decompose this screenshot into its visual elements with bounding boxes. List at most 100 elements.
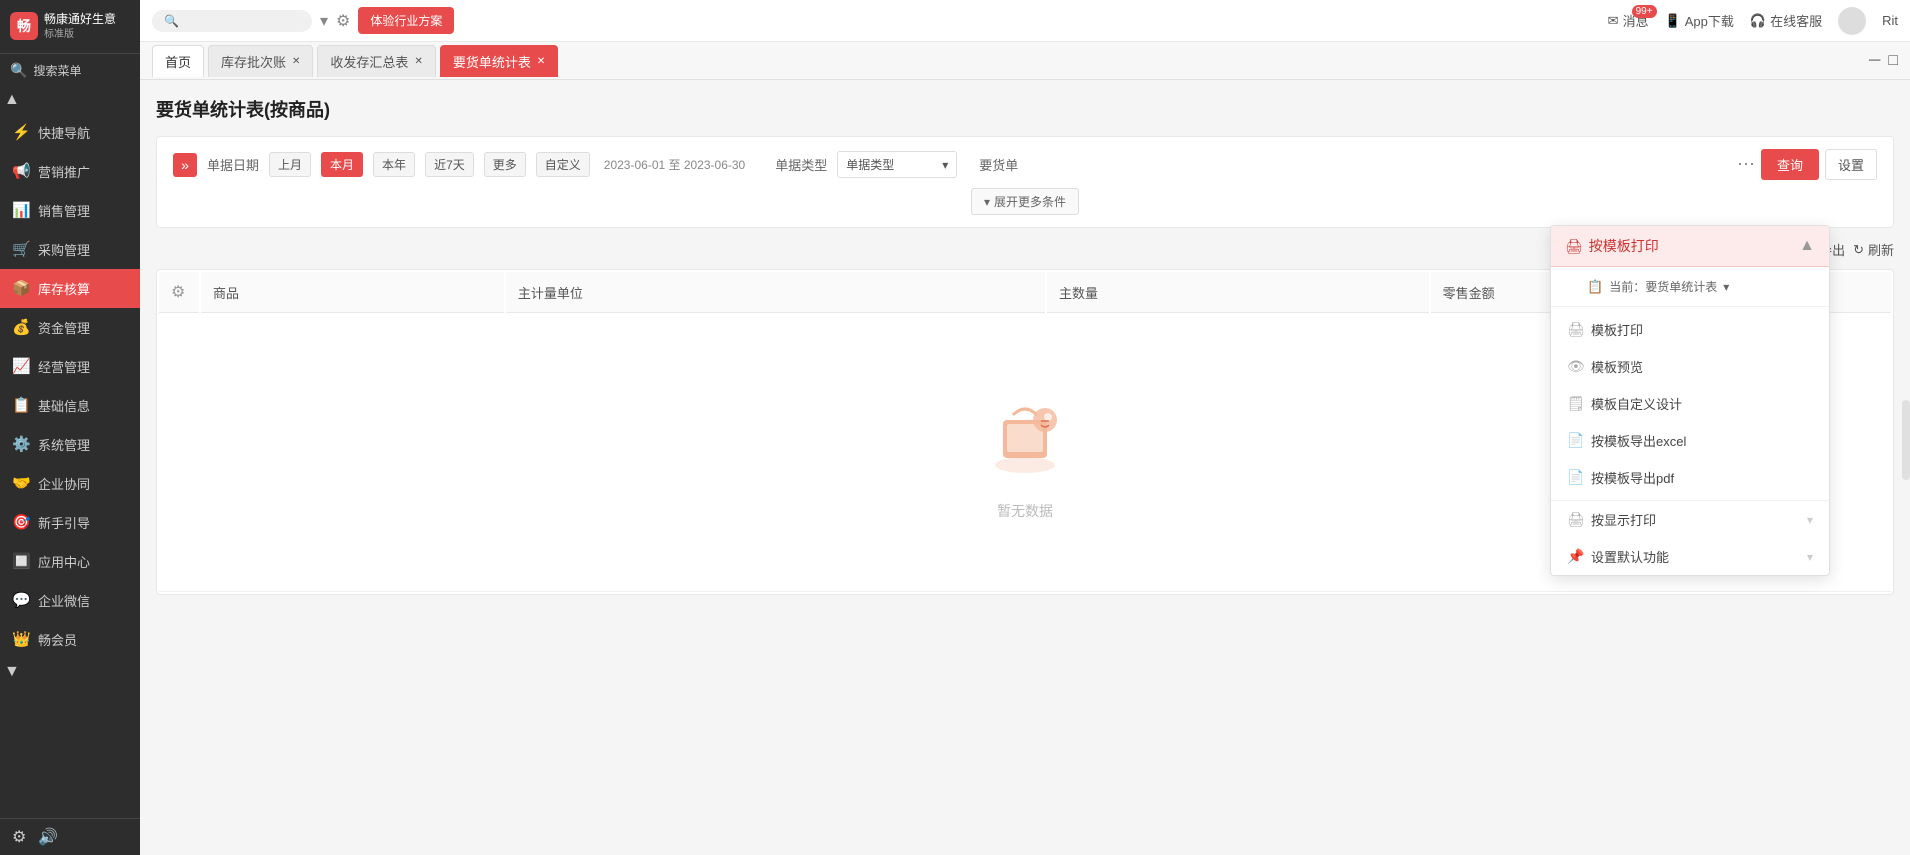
main-area: 🔍 ▾ ⚙ 体验行业方案 ✉ 消息 99+ 📱 App下载 🎧 在线客服	[140, 0, 1910, 855]
close-collect-summary-tab[interactable]: ✕	[414, 56, 422, 67]
dropdown-item-template-design[interactable]: 🗒 模板自定义设计	[1551, 385, 1829, 422]
member-icon: 👑	[12, 630, 30, 648]
marketing-icon: 📢	[12, 162, 30, 180]
dropdown-item-export-excel[interactable]: 📄 按模板导出excel	[1551, 422, 1829, 459]
more-options-icon[interactable]: ⋯	[1737, 154, 1755, 175]
user-avatar[interactable]	[1838, 7, 1866, 35]
filter-row-date: » 单据日期 上月 本月 本年 近7天 更多 自定义 2023-06-01 至 …	[173, 149, 1877, 180]
refresh-icon: ↻	[1853, 242, 1864, 258]
tab-inventory-batch[interactable]: 库存批次账 ✕	[208, 45, 313, 77]
app-download-button[interactable]: 📱 App下载	[1665, 11, 1734, 30]
sidebar-search[interactable]: 🔍 搜索菜单	[0, 54, 140, 87]
dropdown-item-export-pdf[interactable]: 📄 按模板导出pdf	[1551, 459, 1829, 496]
empty-text: 暂无数据	[997, 501, 1053, 521]
sidebar-item-wechat[interactable]: 💬 企业微信	[0, 581, 140, 620]
topbar-settings-icon[interactable]: ⚙	[336, 11, 350, 31]
topbar-right: ✉ 消息 99+ 📱 App下载 🎧 在线客服 Rit	[1608, 7, 1898, 35]
close-inventory-batch-tab[interactable]: ✕	[292, 56, 300, 67]
template-design-item-icon: 🗒	[1567, 395, 1583, 412]
sales-icon: 📊	[12, 201, 30, 219]
filter-toggle-icon[interactable]: »	[173, 153, 197, 177]
system-icon: ⚙️	[12, 435, 30, 453]
trial-industry-button[interactable]: 体验行业方案	[358, 7, 454, 34]
online-service-button[interactable]: 🎧 在线客服	[1750, 11, 1822, 30]
phone-icon: 📱	[1665, 13, 1681, 29]
date-btn-this-month[interactable]: 本月	[321, 152, 363, 177]
dropdown-current-section: 📋 当前：要货单统计表 ▾	[1551, 267, 1829, 307]
date-btn-more[interactable]: 更多	[484, 152, 526, 177]
sidebar-item-member[interactable]: 👑 畅会员	[0, 620, 140, 659]
app-logo: 畅 畅康通好生意 标准版	[0, 0, 140, 54]
dropdown-collapse-icon[interactable]: ▲	[1799, 237, 1815, 255]
query-button[interactable]: 查询	[1761, 149, 1819, 180]
tab-home[interactable]: 首页	[152, 45, 204, 77]
logo-text: 畅康通好生意 标准版	[44, 12, 116, 41]
settings-button[interactable]: 设置	[1825, 149, 1877, 180]
topbar-search-box[interactable]: 🔍	[152, 10, 312, 32]
dropdown-item-template-print[interactable]: 🖨 模板打印	[1551, 311, 1829, 348]
order-type-select[interactable]: 单据类型 ▾	[837, 151, 957, 178]
apps-icon: 🔲	[12, 552, 30, 570]
display-print-icon: 🖨	[1567, 511, 1583, 528]
tab-order-statistics[interactable]: 要货单统计表 ✕	[440, 45, 558, 77]
export-pdf-item-icon: 📄	[1567, 469, 1583, 486]
user-name[interactable]: Rit	[1882, 13, 1898, 28]
sidebar-item-purchase[interactable]: 🛒 采购管理	[0, 230, 140, 269]
sidebar-item-guide[interactable]: 🎯 新手引导	[0, 503, 140, 542]
sidebar-item-finance[interactable]: 💰 资金管理	[0, 308, 140, 347]
shortcut-icon: ⚡	[12, 123, 30, 141]
refresh-action[interactable]: ↻ 刷新	[1853, 240, 1894, 259]
date-btn-custom[interactable]: 自定义	[536, 152, 590, 177]
display-print-arrow: ▾	[1807, 513, 1813, 527]
date-btn-this-year[interactable]: 本年	[373, 152, 415, 177]
maximize-button[interactable]: □	[1888, 52, 1898, 70]
current-template-icon: 📋	[1587, 279, 1603, 295]
window-controls: ─ □	[1869, 52, 1898, 70]
dropdown-items-section: 🖨 模板打印 👁 模板预览 🗒 模板自定义设计 📄 按模板导出excel 📄	[1551, 307, 1829, 501]
sidebar-item-collab[interactable]: 🤝 企业协同	[0, 464, 140, 503]
scroll-down-button[interactable]: ▼	[0, 659, 24, 685]
dropdown-current-template[interactable]: 📋 当前：要货单统计表 ▾	[1551, 271, 1829, 302]
dropdown-item-template-preview[interactable]: 👁 模板预览	[1551, 348, 1829, 385]
sidebar-item-inventory[interactable]: 📦 库存核算	[0, 269, 140, 308]
logo-icon: 畅	[10, 12, 38, 40]
sidebar-item-system[interactable]: ⚙️ 系统管理	[0, 425, 140, 464]
empty-illustration	[975, 385, 1075, 485]
expand-more-btn[interactable]: ▾ 展开更多条件	[971, 188, 1079, 215]
dropdown-display-print[interactable]: 🖨 按显示打印 ▾	[1551, 501, 1829, 538]
template-preview-item-icon: 👁	[1567, 358, 1583, 375]
topbar-dropdown-icon[interactable]: ▾	[320, 11, 328, 31]
col-quantity: 主数量	[1047, 272, 1429, 313]
tab-collect-summary[interactable]: 收发存汇总表 ✕	[317, 45, 435, 77]
sidebar-item-basic[interactable]: 📋 基础信息	[0, 386, 140, 425]
finance-icon: 💰	[12, 318, 30, 336]
sound-footer-icon[interactable]: 🔊	[38, 827, 58, 847]
headset-icon: 🎧	[1750, 13, 1766, 29]
col-settings: ⚙	[159, 272, 199, 313]
scroll-up-button[interactable]: ▲	[0, 87, 24, 113]
template-print-dropdown: 🖨 按模板打印 ▲ 📋 当前：要货单统计表 ▾ 🖨 模板打印	[1550, 225, 1830, 576]
sidebar-item-operation[interactable]: 📈 经营管理	[0, 347, 140, 386]
close-order-statistics-tab[interactable]: ✕	[537, 56, 545, 67]
sidebar-item-shortcut[interactable]: ⚡ 快捷导航	[0, 113, 140, 152]
col-unit: 主计量单位	[506, 272, 1045, 313]
sidebar-item-marketing[interactable]: 📢 营销推广	[0, 152, 140, 191]
date-btn-7days[interactable]: 近7天	[425, 152, 474, 177]
export-excel-item-icon: 📄	[1567, 432, 1583, 449]
sidebar-item-apps[interactable]: 🔲 应用中心	[0, 542, 140, 581]
collab-icon: 🤝	[12, 474, 30, 492]
scrollbar[interactable]	[1902, 400, 1910, 480]
set-default-arrow: ▾	[1807, 550, 1813, 564]
message-button[interactable]: ✉ 消息 99+	[1608, 11, 1649, 30]
sidebar-item-sales[interactable]: 📊 销售管理	[0, 191, 140, 230]
settings-footer-icon[interactable]: ⚙	[12, 827, 26, 847]
basic-icon: 📋	[12, 396, 30, 414]
search-icon: 🔍	[10, 62, 27, 79]
dropdown-header: 🖨 按模板打印 ▲	[1551, 226, 1829, 267]
expand-row: ▾ 展开更多条件	[173, 188, 1877, 215]
minimize-button[interactable]: ─	[1869, 52, 1880, 70]
dropdown-set-default[interactable]: 📌 设置默认功能 ▾	[1551, 538, 1829, 575]
column-settings-icon[interactable]: ⚙	[171, 284, 185, 301]
date-btn-last-month[interactable]: 上月	[269, 152, 311, 177]
operation-icon: 📈	[12, 357, 30, 375]
